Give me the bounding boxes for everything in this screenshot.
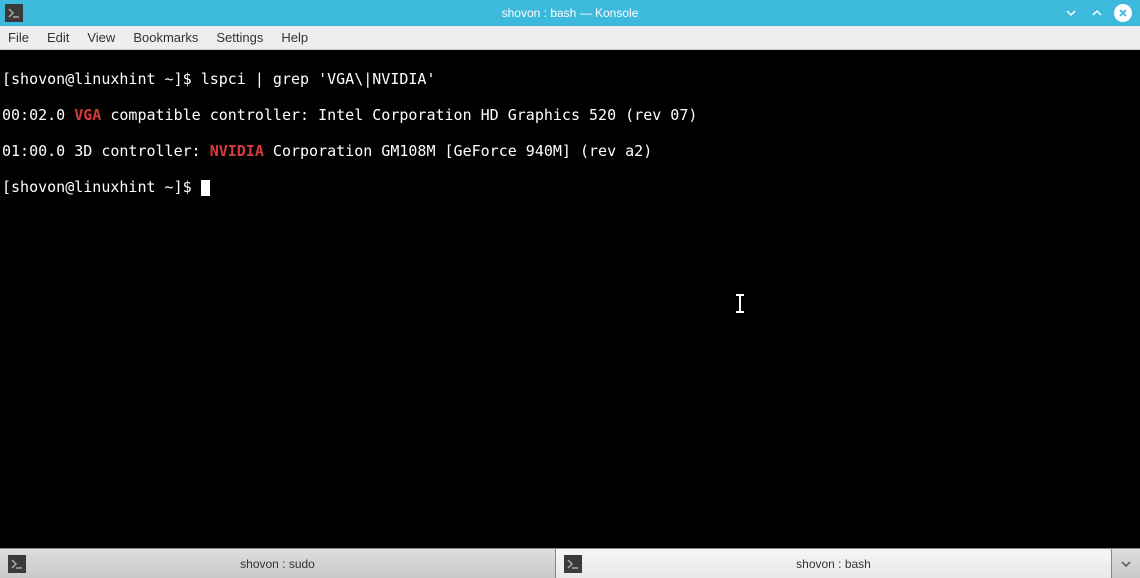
terminal-line: 01:00.0 3D controller: NVIDIA Corporatio… — [2, 142, 1138, 160]
menu-edit[interactable]: Edit — [47, 30, 69, 45]
menubar: File Edit View Bookmarks Settings Help — [0, 26, 1140, 50]
maximize-button[interactable] — [1088, 4, 1106, 22]
output-text: Corporation GM108M [GeForce 940M] (rev a… — [264, 142, 652, 160]
prompt: [shovon@linuxhint ~]$ — [2, 178, 201, 196]
ibeam-cursor-icon — [738, 295, 742, 313]
command-text: \| — [354, 70, 372, 88]
menu-settings[interactable]: Settings — [216, 30, 263, 45]
terminal-line: [shovon@linuxhint ~]$ — [2, 178, 1138, 196]
terminal-icon — [5, 4, 23, 22]
tab-bash[interactable]: shovon : bash — [556, 549, 1112, 578]
window-title: shovon : bash — Konsole — [502, 6, 639, 20]
new-tab-button[interactable] — [1112, 549, 1140, 578]
output-text: 00:02.0 — [2, 106, 74, 124]
command-text: NVIDIA — [372, 70, 426, 88]
chevron-down-icon — [1120, 558, 1132, 570]
command-text: VGA — [327, 70, 354, 88]
grep-match: VGA — [74, 106, 101, 124]
titlebar: shovon : bash — Konsole — [0, 0, 1140, 26]
menu-bookmarks[interactable]: Bookmarks — [133, 30, 198, 45]
window-controls — [1062, 4, 1140, 22]
tabbar: shovon : sudo shovon : bash — [0, 548, 1140, 578]
grep-match: NVIDIA — [210, 142, 264, 160]
output-text: 01:00.0 3D controller: — [2, 142, 210, 160]
terminal-icon — [8, 555, 26, 573]
menu-help[interactable]: Help — [281, 30, 308, 45]
close-button[interactable] — [1114, 4, 1132, 22]
command-text: lspci | grep ' — [201, 70, 327, 88]
tab-label: shovon : sudo — [240, 557, 315, 571]
terminal-line: [shovon@linuxhint ~]$ lspci | grep 'VGA\… — [2, 70, 1138, 88]
menu-file[interactable]: File — [8, 30, 29, 45]
tab-sudo[interactable]: shovon : sudo — [0, 549, 556, 578]
terminal[interactable]: [shovon@linuxhint ~]$ lspci | grep 'VGA\… — [0, 50, 1140, 548]
tab-label: shovon : bash — [796, 557, 871, 571]
output-text: compatible controller: Intel Corporation… — [101, 106, 697, 124]
terminal-line: 00:02.0 VGA compatible controller: Intel… — [2, 106, 1138, 124]
menu-view[interactable]: View — [87, 30, 115, 45]
prompt: [shovon@linuxhint ~]$ — [2, 70, 201, 88]
minimize-button[interactable] — [1062, 4, 1080, 22]
terminal-icon — [564, 555, 582, 573]
command-text: ' — [426, 70, 435, 88]
cursor-block — [201, 180, 210, 196]
